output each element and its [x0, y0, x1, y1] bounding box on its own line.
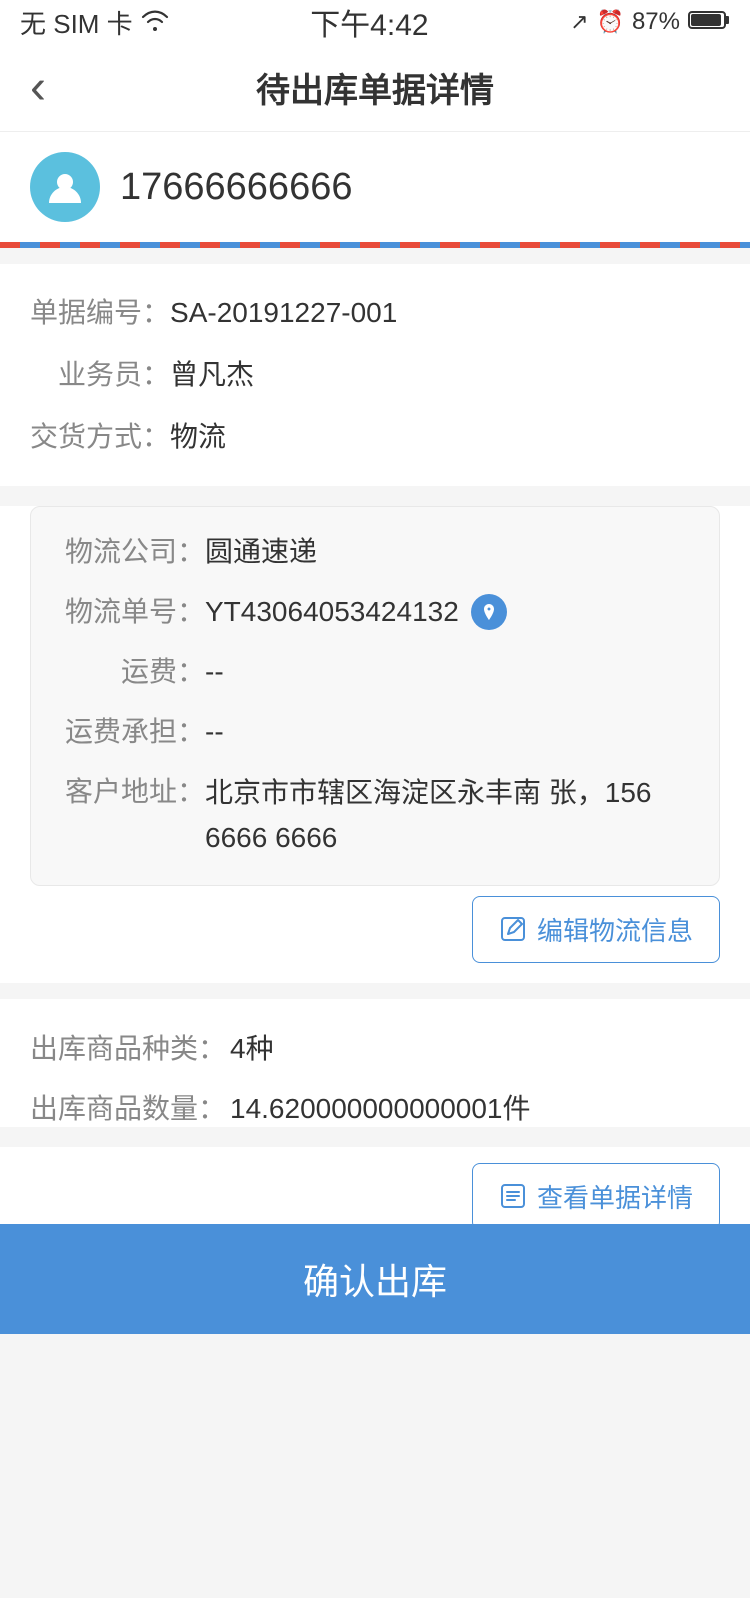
freight-bearer-row: 运费承担： --	[55, 711, 695, 753]
goods-quantity-value: 14.620000000000001件	[230, 1087, 531, 1127]
status-left: 无 SIM 卡	[20, 4, 169, 41]
customer-address-row: 客户地址： 北京市市辖区海淀区永丰南 张，156 6666 6666	[55, 771, 695, 861]
logistics-company-label: 物流公司：	[55, 531, 205, 573]
confirm-bar[interactable]: 确认出库	[0, 1224, 750, 1334]
status-bar: 无 SIM 卡 下午4:42 ↗ ⏰ 87%	[0, 0, 750, 44]
avatar	[30, 152, 100, 222]
wifi-icon	[141, 7, 169, 38]
sales-person-value: 曾凡杰	[170, 354, 720, 396]
sales-person-row: 业务员： 曾凡杰	[30, 354, 720, 396]
freight-bearer-label: 运费承担：	[55, 711, 205, 753]
customer-phone: 17666666666	[120, 166, 352, 209]
tracking-row: 物流单号： YT43064053424132	[55, 591, 695, 633]
battery-icon	[688, 7, 730, 38]
customer-address-value: 北京市市辖区海淀区永丰南 张，156 6666 6666	[205, 771, 695, 861]
dashed-divider	[0, 242, 750, 248]
section-separator-1	[0, 983, 750, 999]
customer-header: 17666666666	[0, 132, 750, 242]
goods-section: 出库商品种类： 4种 出库商品数量： 14.620000000000001件	[0, 999, 750, 1127]
goods-types-label: 出库商品种类：	[30, 1027, 230, 1067]
order-info-section: 单据编号： SA-20191227-001 业务员： 曾凡杰 交货方式： 物流	[0, 264, 750, 486]
delivery-method-label: 交货方式：	[30, 416, 170, 458]
order-number-value: SA-20191227-001	[170, 292, 720, 334]
logistics-company-row: 物流公司： 圆通速递	[55, 531, 695, 573]
goods-types-row: 出库商品种类： 4种	[30, 1027, 720, 1067]
goods-types-value: 4种	[230, 1027, 274, 1067]
goods-quantity-row: 出库商品数量： 14.620000000000001件	[30, 1087, 720, 1127]
alarm-icon: ⏰	[597, 9, 624, 35]
goods-quantity-label: 出库商品数量：	[30, 1087, 230, 1127]
edit-logistics-button[interactable]: 编辑物流信息	[472, 896, 720, 963]
status-time: 下午4:42	[310, 0, 428, 44]
freight-bearer-value: --	[205, 711, 224, 753]
status-right: ↗ ⏰ 87%	[570, 7, 730, 38]
sales-person-label: 业务员：	[30, 354, 170, 396]
delivery-method-value: 物流	[170, 416, 720, 458]
freight-row: 运费： --	[55, 651, 695, 693]
page-title: 待出库单据详情	[256, 63, 494, 112]
order-number-row: 单据编号： SA-20191227-001	[30, 292, 720, 334]
nav-bar: ‹ 待出库单据详情	[0, 44, 750, 132]
view-detail-label: 查看单据详情	[537, 1178, 693, 1215]
view-detail-button[interactable]: 查看单据详情	[472, 1163, 720, 1230]
carrier-label: 无 SIM 卡	[20, 4, 133, 41]
logistics-card: 物流公司： 圆通速递 物流单号： YT43064053424132 运费：	[30, 506, 720, 886]
delivery-method-row: 交货方式： 物流	[30, 416, 720, 458]
tracking-label: 物流单号：	[55, 591, 205, 633]
edit-logistics-area: 编辑物流信息	[0, 896, 750, 983]
content: 17666666666 单据编号： SA-20191227-001 业务员： 曾…	[0, 132, 750, 1598]
tracking-value: YT43064053424132	[205, 591, 695, 633]
battery-label: 87%	[632, 8, 680, 36]
freight-value: --	[205, 651, 224, 693]
logistics-company-value: 圆通速递	[205, 531, 695, 573]
confirm-button-label: 确认出库	[303, 1253, 447, 1305]
freight-label: 运费：	[55, 651, 205, 693]
edit-logistics-label: 编辑物流信息	[537, 911, 693, 948]
track-location-icon[interactable]	[471, 594, 507, 630]
customer-address-label: 客户地址：	[55, 771, 205, 813]
location-status-icon: ↗	[570, 9, 588, 35]
order-number-label: 单据编号：	[30, 292, 170, 334]
back-button[interactable]: ‹	[30, 64, 46, 112]
